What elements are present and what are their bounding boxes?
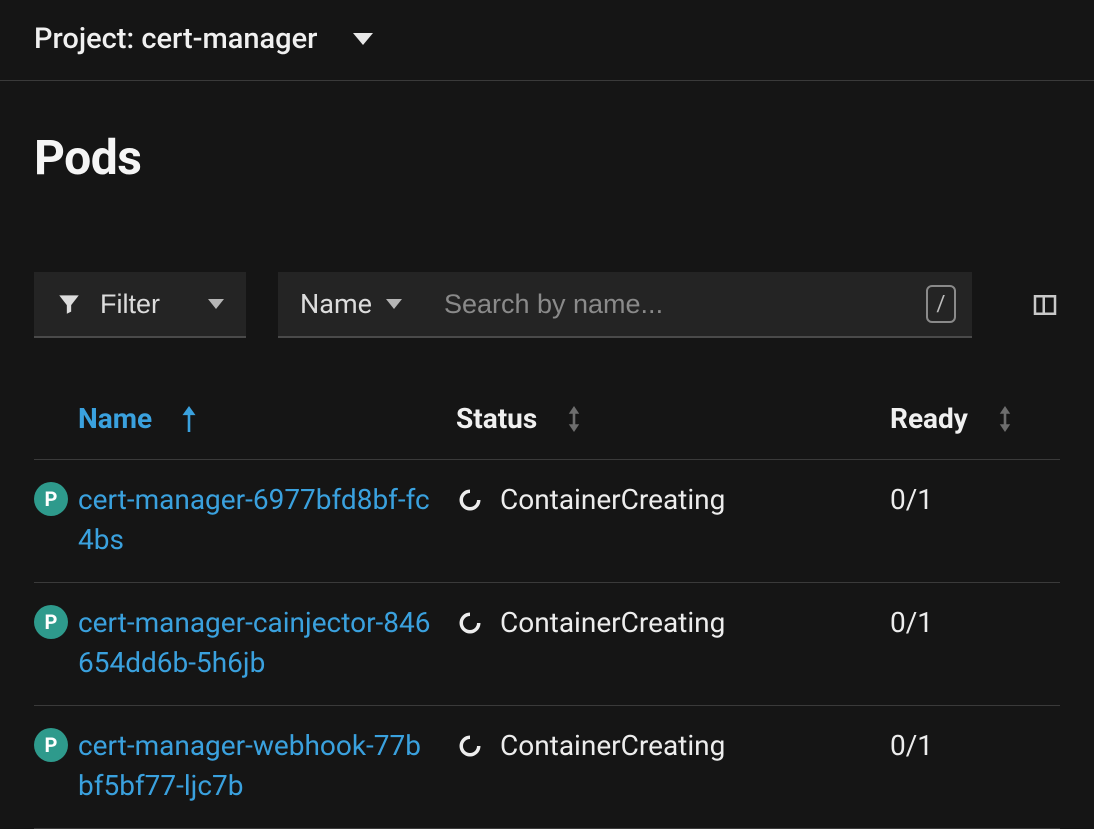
status-text: ContainerCreating bbox=[500, 603, 725, 643]
chevron-down-icon bbox=[208, 299, 224, 309]
ready-cell: 0/1 bbox=[890, 480, 1094, 520]
spinner-icon bbox=[456, 486, 484, 514]
pods-table: Name Status Ready Pcert-manager-6977bfd8… bbox=[34, 394, 1060, 829]
filter-label: Filter bbox=[100, 289, 190, 320]
status-text: ContainerCreating bbox=[500, 480, 725, 520]
spinner-icon bbox=[456, 732, 484, 760]
column-header-ready[interactable]: Ready bbox=[890, 402, 1094, 435]
filter-button[interactable]: Filter bbox=[34, 272, 246, 338]
column-header-status[interactable]: Status bbox=[456, 402, 890, 435]
spinner-icon bbox=[456, 609, 484, 637]
status-cell: ContainerCreating bbox=[456, 603, 890, 643]
search-field-type-label: Name bbox=[300, 288, 372, 320]
table-row: Pcert-manager-cainjector-846654dd6b-5h6j… bbox=[34, 583, 1060, 706]
status-text: ContainerCreating bbox=[500, 726, 725, 766]
resource-badge: P bbox=[34, 605, 68, 639]
chevron-down-icon bbox=[353, 33, 373, 45]
project-selector[interactable]: Project: cert-manager bbox=[0, 0, 1094, 81]
pod-name-link[interactable]: cert-manager-cainjector-846654dd6b-5h6jb bbox=[78, 603, 456, 683]
project-label: Project: cert-manager bbox=[34, 22, 317, 56]
sort-icon bbox=[565, 406, 583, 432]
ready-cell: 0/1 bbox=[890, 726, 1094, 766]
table-row: Pcert-manager-webhook-77bbf5bf77-ljc7b Co… bbox=[34, 706, 1060, 829]
sort-icon bbox=[996, 406, 1014, 432]
resource-badge: P bbox=[34, 728, 68, 762]
resource-badge: P bbox=[34, 482, 68, 516]
columns-icon bbox=[1030, 290, 1060, 320]
status-cell: ContainerCreating bbox=[456, 480, 890, 520]
pod-name-link[interactable]: cert-manager-6977bfd8bf-fc4bs bbox=[78, 480, 456, 560]
chevron-down-icon bbox=[386, 299, 402, 309]
table-row: Pcert-manager-6977bfd8bf-fc4bs ContainerC… bbox=[34, 460, 1060, 583]
search-field-type-selector[interactable]: Name bbox=[278, 272, 424, 338]
search-input[interactable] bbox=[424, 272, 972, 336]
status-cell: ContainerCreating bbox=[456, 726, 890, 766]
page-title: Pods bbox=[34, 129, 1060, 186]
funnel-icon bbox=[56, 291, 82, 317]
pod-name-link[interactable]: cert-manager-webhook-77bbf5bf77-ljc7b bbox=[78, 726, 456, 806]
column-header-name[interactable]: Name bbox=[78, 402, 456, 435]
keyboard-shortcut-hint: / bbox=[926, 285, 956, 323]
ready-cell: 0/1 bbox=[890, 603, 1094, 643]
sort-ascending-icon bbox=[180, 406, 198, 432]
column-settings-button[interactable] bbox=[1030, 290, 1060, 320]
